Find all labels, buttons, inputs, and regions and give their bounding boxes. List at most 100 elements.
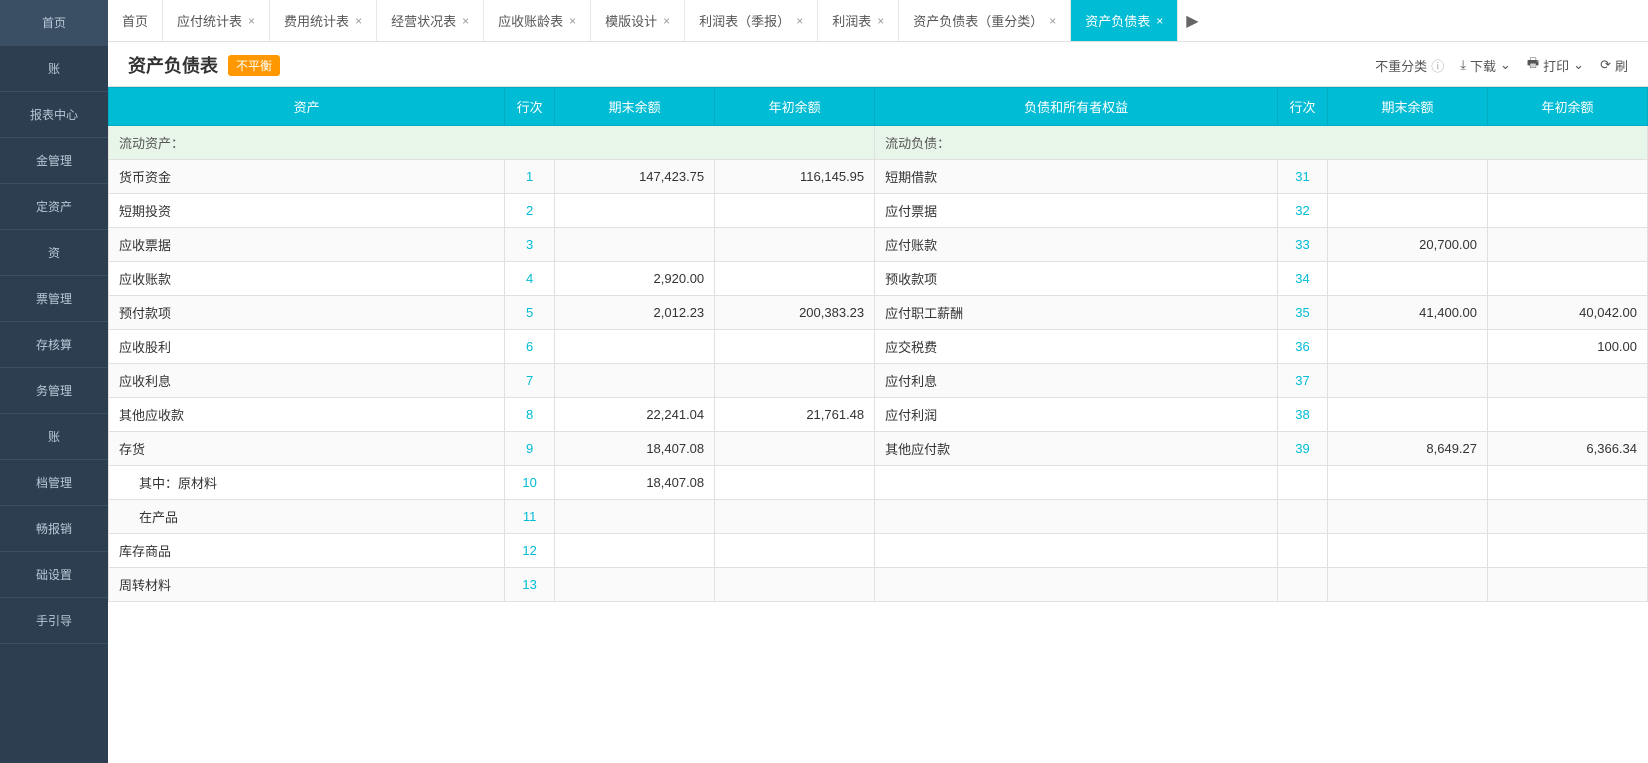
table-cell-right-begin[interactable]: 100.00 — [1488, 330, 1648, 364]
table-cell-right-end[interactable] — [1328, 568, 1488, 602]
table-cell-begin[interactable] — [715, 228, 875, 262]
close-tab-receivable-aging[interactable]: × — [569, 14, 576, 28]
table-cell-right-item[interactable]: 应付利润 — [875, 398, 1278, 432]
table-cell-end[interactable]: 18,407.08 — [555, 432, 715, 466]
table-cell-begin[interactable] — [715, 432, 875, 466]
refresh-button[interactable]: ⟳ 刷 — [1600, 56, 1628, 75]
table-cell-item[interactable]: 存货 — [109, 432, 505, 466]
table-cell-right-end[interactable]: 41,400.00 — [1328, 296, 1488, 330]
table-cell-right-end[interactable] — [1328, 262, 1488, 296]
table-cell-end[interactable] — [555, 568, 715, 602]
tab-scroll-right[interactable]: ▶ — [1178, 11, 1206, 31]
close-tab-profit[interactable]: × — [877, 14, 884, 28]
sidebar-item-home[interactable]: 首页 — [0, 0, 108, 46]
table-cell-item[interactable]: 库存商品 — [109, 534, 505, 568]
table-cell-right-begin[interactable] — [1488, 262, 1648, 296]
close-tab-expense-stats[interactable]: × — [355, 14, 362, 28]
table-cell-right-item[interactable]: 应交税费 — [875, 330, 1278, 364]
table-cell-right-end[interactable] — [1328, 330, 1488, 364]
table-cell-begin[interactable] — [715, 262, 875, 296]
table-cell-begin[interactable] — [715, 568, 875, 602]
table-cell-right-end[interactable]: 20,700.00 — [1328, 228, 1488, 262]
sidebar-item-investment[interactable]: 资 — [0, 230, 108, 276]
table-cell-right-item[interactable]: 应付职工薪酬 — [875, 296, 1278, 330]
table-cell-end[interactable]: 22,241.04 — [555, 398, 715, 432]
table-cell-item[interactable]: 周转材料 — [109, 568, 505, 602]
table-cell-right-end[interactable]: 8,649.27 — [1328, 432, 1488, 466]
table-cell-begin[interactable]: 116,145.95 — [715, 160, 875, 194]
table-cell-right-end[interactable] — [1328, 534, 1488, 568]
table-cell-right-begin[interactable] — [1488, 398, 1648, 432]
table-cell-right-begin[interactable]: 40,042.00 — [1488, 296, 1648, 330]
close-tab-profit-quarterly[interactable]: × — [796, 14, 803, 28]
close-tab-balance[interactable]: × — [1156, 14, 1163, 28]
table-cell-right-end[interactable] — [1328, 160, 1488, 194]
table-cell-begin[interactable] — [715, 330, 875, 364]
table-cell-right-begin[interactable]: 6,366.34 — [1488, 432, 1648, 466]
table-cell-right-item[interactable]: 预收款项 — [875, 262, 1278, 296]
table-cell-right-end[interactable] — [1328, 194, 1488, 228]
table-cell-end[interactable] — [555, 500, 715, 534]
table-cell-begin[interactable] — [715, 194, 875, 228]
table-cell-right-begin[interactable] — [1488, 534, 1648, 568]
tab-payable-stats[interactable]: 应付统计表 × — [163, 0, 270, 42]
table-cell-right-begin[interactable] — [1488, 228, 1648, 262]
sidebar-item-fund-mgmt[interactable]: 金管理 — [0, 138, 108, 184]
table-cell-right-item[interactable]: 应付账款 — [875, 228, 1278, 262]
table-cell-right-item[interactable]: 短期借款 — [875, 160, 1278, 194]
tab-operation-status[interactable]: 经营状况表 × — [377, 0, 484, 42]
table-cell-right-end[interactable] — [1328, 364, 1488, 398]
close-tab-payable-stats[interactable]: × — [248, 14, 255, 28]
table-cell-right-begin[interactable] — [1488, 364, 1648, 398]
table-cell-end[interactable] — [555, 364, 715, 398]
table-cell-right-item[interactable] — [875, 568, 1278, 602]
print-button[interactable]: 🖶 打印 ⌄ — [1527, 54, 1584, 76]
close-tab-operation-status[interactable]: × — [462, 14, 469, 28]
table-cell-right-begin[interactable] — [1488, 568, 1648, 602]
table-cell-right-end[interactable] — [1328, 500, 1488, 534]
sidebar-item-account[interactable]: 账 — [0, 46, 108, 92]
table-cell-right-begin[interactable] — [1488, 500, 1648, 534]
table-cell-right-begin[interactable] — [1488, 466, 1648, 500]
table-cell-end[interactable] — [555, 228, 715, 262]
tab-balance[interactable]: 资产负债表 × — [1071, 0, 1178, 42]
table-cell-item[interactable]: 短期投资 — [109, 194, 505, 228]
table-cell-right-item[interactable] — [875, 534, 1278, 568]
tab-expense-stats[interactable]: 费用统计表 × — [270, 0, 377, 42]
table-cell-end[interactable]: 147,423.75 — [555, 160, 715, 194]
table-cell-right-item[interactable] — [875, 466, 1278, 500]
tab-balance-reclassified[interactable]: 资产负债表（重分类） × — [899, 0, 1071, 42]
table-cell-right-item[interactable]: 应付票据 — [875, 194, 1278, 228]
table-cell-begin[interactable] — [715, 364, 875, 398]
table-cell-item[interactable]: 应收票据 — [109, 228, 505, 262]
download-button[interactable]: ⤓ 下载 ⌄ — [1460, 56, 1511, 75]
no-classify-option[interactable]: 不重分类 ⓘ — [1375, 56, 1444, 75]
table-cell-item[interactable]: 其中：原材料 — [109, 466, 505, 500]
table-cell-item[interactable]: 在产品 — [109, 500, 505, 534]
tab-template-design[interactable]: 模版设计 × — [591, 0, 685, 42]
table-cell-right-item[interactable]: 应付利息 — [875, 364, 1278, 398]
table-cell-item[interactable]: 应收利息 — [109, 364, 505, 398]
table-cell-begin[interactable]: 200,383.23 — [715, 296, 875, 330]
table-cell-end[interactable]: 18,407.08 — [555, 466, 715, 500]
table-cell-right-end[interactable] — [1328, 466, 1488, 500]
sidebar-item-base-settings[interactable]: 础设置 — [0, 552, 108, 598]
table-cell-right-item[interactable]: 其他应付款 — [875, 432, 1278, 466]
table-cell-end[interactable] — [555, 534, 715, 568]
close-tab-balance-reclassified[interactable]: × — [1049, 14, 1056, 28]
sidebar-item-fixed-assets[interactable]: 定资产 — [0, 184, 108, 230]
sidebar-item-tax-mgmt[interactable]: 务管理 — [0, 368, 108, 414]
tab-profit-quarterly[interactable]: 利润表（季报） × — [685, 0, 818, 42]
sidebar-item-ledger[interactable]: 账 — [0, 414, 108, 460]
tab-receivable-aging[interactable]: 应收账龄表 × — [484, 0, 591, 42]
table-cell-right-end[interactable] — [1328, 398, 1488, 432]
sidebar-item-doc-mgmt[interactable]: 档管理 — [0, 460, 108, 506]
table-cell-item[interactable]: 应收账款 — [109, 262, 505, 296]
close-tab-template-design[interactable]: × — [663, 14, 670, 28]
sidebar-item-expense[interactable]: 畅报销 — [0, 506, 108, 552]
table-cell-right-begin[interactable] — [1488, 194, 1648, 228]
sidebar-item-report-center[interactable]: 报表中心 — [0, 92, 108, 138]
table-cell-item[interactable]: 货币资金 — [109, 160, 505, 194]
table-cell-end[interactable]: 2,012.23 — [555, 296, 715, 330]
table-cell-item[interactable]: 预付款项 — [109, 296, 505, 330]
